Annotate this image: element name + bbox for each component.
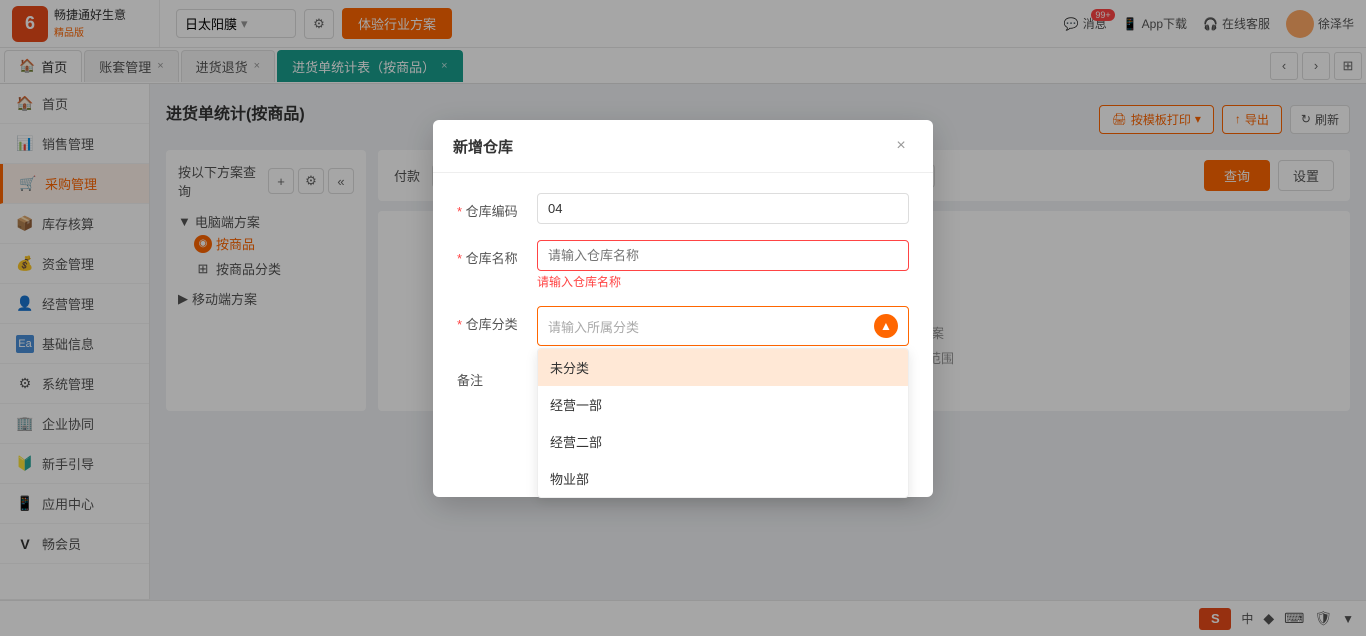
new-warehouse-dialog: 新增仓库 × 仓库编码 仓库名称 请输入仓库名称 仓库分类 <box>433 120 933 497</box>
category-placeholder: 请输入所属分类 <box>548 317 639 336</box>
remark-label: 备注 <box>457 362 537 389</box>
warehouse-name-field: 仓库名称 请输入仓库名称 <box>457 240 909 290</box>
dialog-close-button[interactable]: × <box>889 134 913 158</box>
code-input[interactable] <box>537 193 909 224</box>
category-input-wrap: 请输入所属分类 ▲ 未分类 经营一部 经营二部 物业部 <box>537 306 909 346</box>
category-dropdown: 未分类 经营一部 经营二部 物业部 <box>537 348 909 498</box>
category-chevron-up-icon[interactable]: ▲ <box>874 314 898 338</box>
dialog-title: 新增仓库 <box>453 136 513 157</box>
dropdown-item-3[interactable]: 物业部 <box>538 460 908 497</box>
warehouse-code-field: 仓库编码 <box>457 193 909 224</box>
dropdown-item-0[interactable]: 未分类 <box>538 349 908 386</box>
code-label: 仓库编码 <box>457 193 537 220</box>
name-input-wrap: 请输入仓库名称 <box>537 240 909 290</box>
name-error-msg: 请输入仓库名称 <box>537 273 909 290</box>
name-input[interactable] <box>537 240 909 271</box>
name-label: 仓库名称 <box>457 240 537 267</box>
dropdown-item-2[interactable]: 经营二部 <box>538 423 908 460</box>
warehouse-category-field: 仓库分类 请输入所属分类 ▲ 未分类 经营一部 经营二部 物业部 <box>457 306 909 346</box>
dialog-header: 新增仓库 × <box>433 120 933 173</box>
category-label: 仓库分类 <box>457 306 537 333</box>
dialog-body: 仓库编码 仓库名称 请输入仓库名称 仓库分类 请输入所属分类 <box>433 173 933 429</box>
code-input-wrap <box>537 193 909 224</box>
dropdown-item-1[interactable]: 经营一部 <box>538 386 908 423</box>
modal-overlay: 新增仓库 × 仓库编码 仓库名称 请输入仓库名称 仓库分类 <box>0 0 1366 636</box>
category-select[interactable]: 请输入所属分类 ▲ <box>537 306 909 346</box>
